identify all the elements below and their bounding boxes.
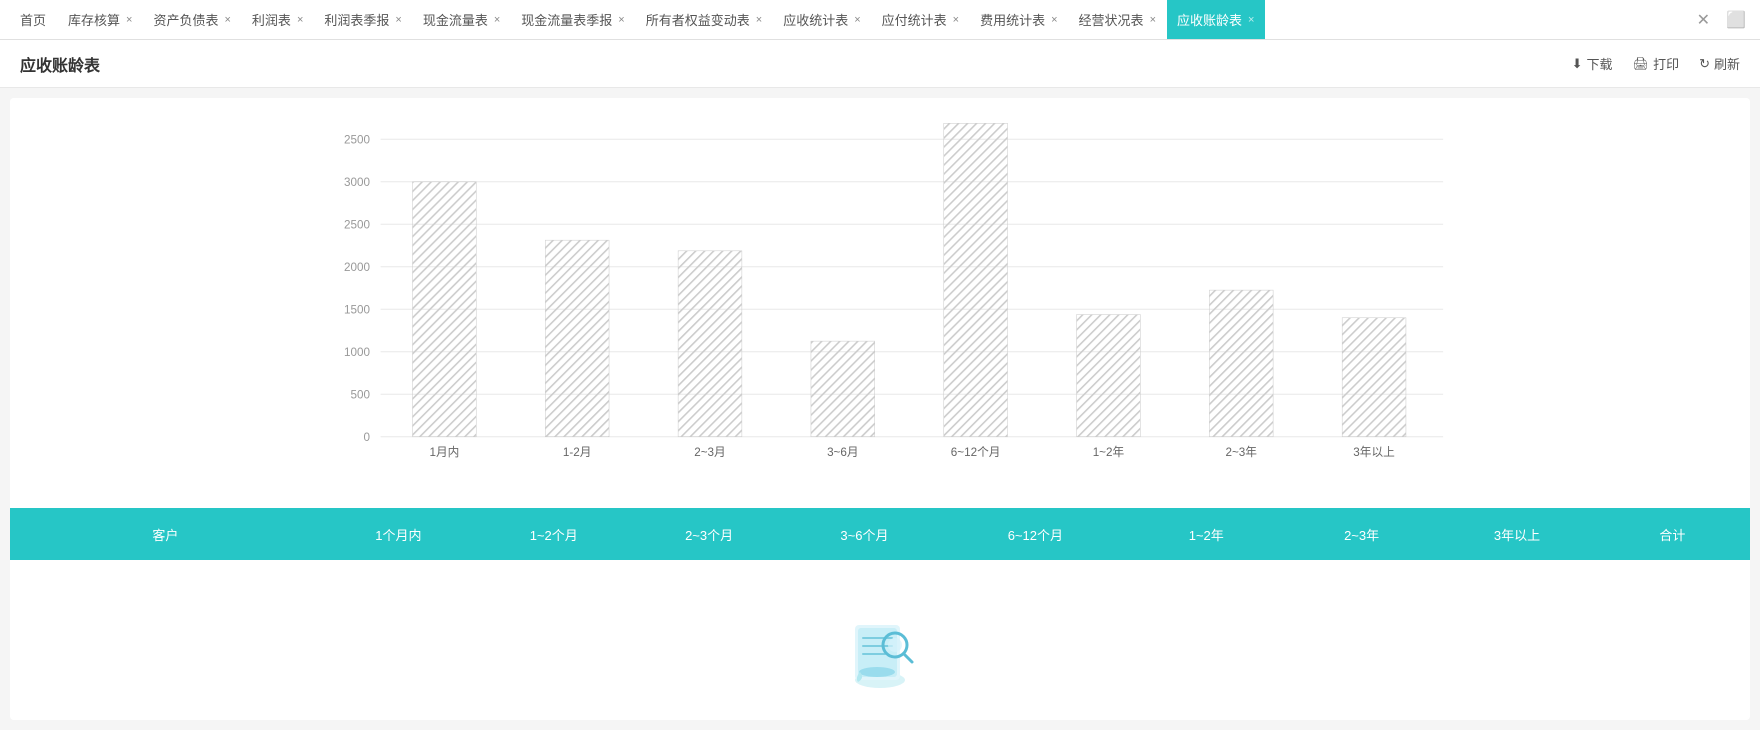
svg-text:2500: 2500 — [344, 219, 370, 232]
print-label: 打印 — [1653, 54, 1679, 73]
tab-cashflow-quarterly-label: 现金流量表季报 — [521, 10, 612, 29]
tab-bar-actions: ✕ ⬜ — [1691, 6, 1752, 34]
tab-cashflow[interactable]: 现金流量表 × — [413, 0, 511, 40]
tab-balance[interactable]: 资产负债表 × — [143, 0, 241, 40]
bar-3-6month — [811, 341, 875, 437]
page-title: 应收账龄表 — [20, 52, 100, 76]
bar-2-3year — [1209, 290, 1273, 437]
bar-1-2month — [545, 240, 609, 437]
tab-payables-stat[interactable]: 应付统计表 × — [872, 0, 970, 40]
tab-cashflow-label: 现金流量表 — [423, 10, 488, 29]
refresh-button[interactable]: ↻ 刷新 — [1699, 54, 1740, 73]
tab-equity[interactable]: 所有者权益变动表 × — [636, 0, 773, 40]
svg-text:1500: 1500 — [344, 304, 370, 317]
col-2-3month: 2~3个月 — [631, 525, 786, 544]
tab-operation[interactable]: 经营状况表 × — [1069, 0, 1167, 40]
svg-text:2000: 2000 — [344, 261, 370, 274]
tab-equity-label: 所有者权益变动表 — [646, 10, 750, 29]
window-close-button[interactable]: ✕ — [1691, 6, 1716, 34]
tab-profit-label: 利润表 — [252, 10, 291, 29]
tab-inventory-close[interactable]: × — [126, 14, 132, 26]
svg-text:3~6月: 3~6月 — [827, 446, 858, 458]
tab-expense-stat[interactable]: 费用统计表 × — [970, 0, 1068, 40]
svg-text:1~2年: 1~2年 — [1093, 445, 1125, 458]
tab-aging-close[interactable]: × — [1248, 14, 1254, 26]
tab-aging[interactable]: 应收账龄表 × — [1167, 0, 1265, 40]
tab-payables-stat-label: 应付统计表 — [882, 10, 947, 29]
svg-text:3000: 3000 — [344, 176, 370, 189]
window-maximize-button[interactable]: ⬜ — [1720, 6, 1752, 34]
tab-balance-close[interactable]: × — [224, 14, 230, 26]
tab-bar: 首页 库存核算 × 资产负债表 × 利润表 × 利润表季报 × 现金流量表 × … — [0, 0, 1760, 40]
tab-payables-stat-close[interactable]: × — [953, 14, 959, 26]
page-actions: ⬇ 下载 🖨 打印 ↻ 刷新 — [1572, 54, 1740, 73]
tab-operation-close[interactable]: × — [1150, 14, 1156, 26]
tab-profit[interactable]: 利润表 × — [242, 0, 314, 40]
col-6-12month: 6~12个月 — [942, 525, 1128, 544]
tab-receivables-stat[interactable]: 应收统计表 × — [773, 0, 871, 40]
tab-expense-stat-close[interactable]: × — [1051, 14, 1057, 26]
tab-cashflow-quarterly-close[interactable]: × — [618, 14, 624, 26]
svg-text:500: 500 — [351, 389, 371, 402]
svg-text:2500: 2500 — [344, 134, 370, 147]
tab-balance-label: 资产负债表 — [153, 10, 218, 29]
col-customer: 客户 — [10, 525, 321, 544]
tab-profit-close[interactable]: × — [297, 14, 303, 26]
svg-text:1月内: 1月内 — [429, 445, 459, 458]
tab-profit-quarterly-close[interactable]: × — [395, 14, 401, 26]
bar-2-3month — [678, 251, 742, 437]
tab-equity-close[interactable]: × — [756, 14, 762, 26]
download-icon: ⬇ — [1572, 56, 1583, 72]
col-1-2month: 1~2个月 — [476, 525, 631, 544]
bar-1-2year — [1077, 315, 1141, 437]
bar-6-12month — [944, 123, 1008, 436]
tab-operation-label: 经营状况表 — [1079, 10, 1144, 29]
col-2-3year: 2~3年 — [1284, 525, 1439, 544]
tab-inventory-label: 库存核算 — [68, 10, 120, 29]
print-button[interactable]: 🖨 打印 — [1633, 54, 1680, 73]
col-3-6month: 3~6个月 — [787, 525, 942, 544]
svg-text:0: 0 — [364, 431, 371, 444]
bar-3year-plus — [1342, 318, 1406, 437]
page-header: 应收账龄表 ⬇ 下载 🖨 打印 ↻ 刷新 — [0, 40, 1760, 88]
svg-text:2~3年: 2~3年 — [1226, 445, 1258, 458]
tab-home-label: 首页 — [20, 10, 46, 29]
tab-aging-label: 应收账龄表 — [1177, 10, 1242, 29]
tab-home[interactable]: 首页 — [8, 0, 58, 40]
col-1-2year: 1~2年 — [1129, 525, 1284, 544]
tab-cashflow-close[interactable]: × — [494, 14, 500, 26]
svg-text:6~12个月: 6~12个月 — [951, 446, 1001, 458]
col-1month: 1个月内 — [321, 525, 476, 544]
download-label: 下载 — [1587, 54, 1613, 73]
refresh-label: 刷新 — [1714, 54, 1740, 73]
col-3year-plus: 3年以上 — [1439, 525, 1594, 544]
svg-text:1-2月: 1-2月 — [563, 446, 592, 458]
print-icon: 🖨 — [1633, 56, 1650, 72]
tab-inventory[interactable]: 库存核算 × — [58, 0, 143, 40]
empty-state — [10, 560, 1750, 720]
chart-area: 0 500 1000 1500 2000 2500 3000 2500 1月内 … — [10, 98, 1750, 508]
col-total: 合计 — [1595, 525, 1750, 544]
tab-expense-stat-label: 费用统计表 — [980, 10, 1045, 29]
tab-profit-quarterly-label: 利润表季报 — [324, 10, 389, 29]
tab-receivables-stat-close[interactable]: × — [854, 14, 860, 26]
table-header: 客户 1个月内 1~2个月 2~3个月 3~6个月 6~12个月 1~2年 2~… — [10, 508, 1750, 560]
tab-cashflow-quarterly[interactable]: 现金流量表季报 × — [511, 0, 635, 40]
svg-text:2~3月: 2~3月 — [694, 446, 725, 458]
download-button[interactable]: ⬇ 下载 — [1572, 54, 1613, 73]
bar-chart: 0 500 1000 1500 2000 2500 3000 2500 1月内 … — [40, 118, 1720, 458]
tab-profit-quarterly[interactable]: 利润表季报 × — [314, 0, 412, 40]
tab-receivables-stat-label: 应收统计表 — [783, 10, 848, 29]
svg-text:1000: 1000 — [344, 346, 370, 359]
svg-text:3年以上: 3年以上 — [1353, 445, 1395, 458]
empty-icon — [830, 600, 930, 700]
main-content: 0 500 1000 1500 2000 2500 3000 2500 1月内 … — [10, 98, 1750, 720]
refresh-icon: ↻ — [1699, 56, 1710, 72]
bar-1month — [413, 182, 477, 437]
